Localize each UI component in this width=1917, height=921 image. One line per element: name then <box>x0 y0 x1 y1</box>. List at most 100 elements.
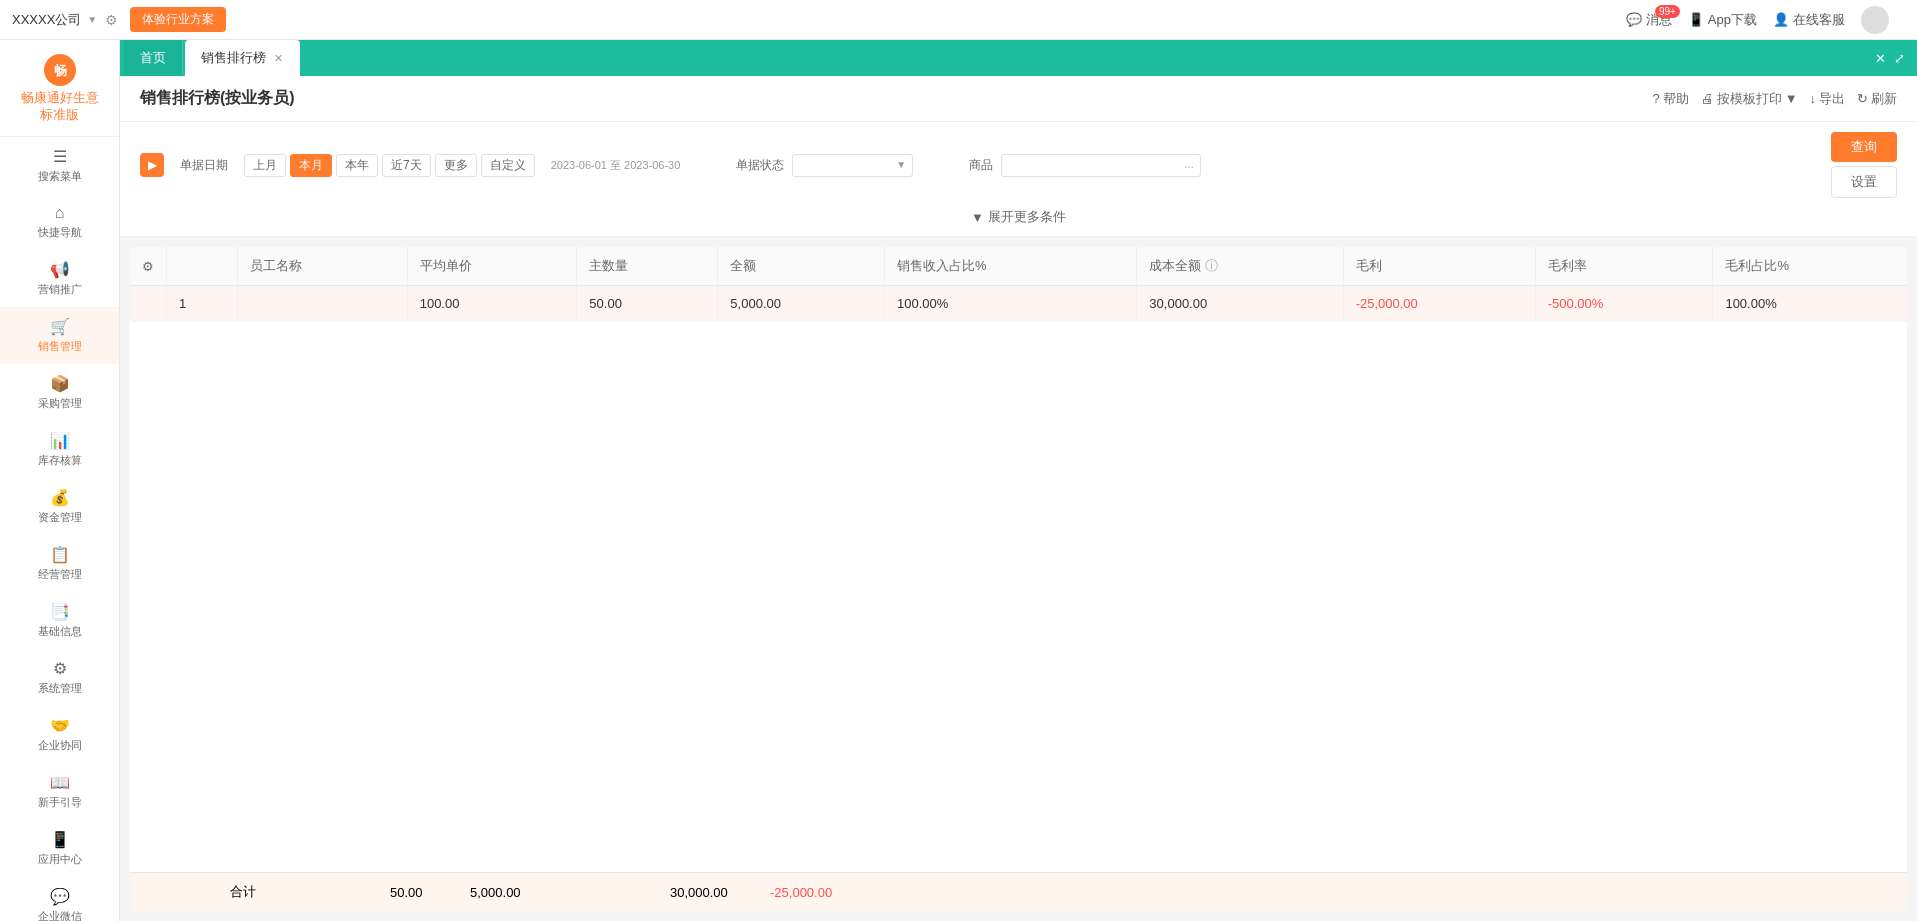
message-icon: 💬 <box>1626 12 1642 27</box>
sidebar-item-marketing[interactable]: 📢 营销推广 <box>0 250 119 307</box>
status-chevron-icon: ▼ <box>896 159 906 170</box>
app-logo-icon: 畅 <box>42 52 78 88</box>
help-icon: ? <box>1652 91 1659 106</box>
sidebar-item-guide[interactable]: 📖 新手引导 <box>0 763 119 820</box>
query-button[interactable]: 查询 <box>1831 132 1897 162</box>
table-footer: 合计 50.00 5,000.00 30,000.00 -25,000.00 <box>130 872 1907 911</box>
sidebar-item-purchase[interactable]: 📦 采购管理 <box>0 364 119 421</box>
td-sales-pct: 100.00% <box>884 286 1136 322</box>
page-header-actions: ? 帮助 🖨 按模板打印 ▼ ↓ 导出 ↻ 刷新 <box>1652 90 1897 120</box>
query-actions: 查询 设置 <box>1831 132 1897 198</box>
download-icon: 📱 <box>1688 12 1704 27</box>
th-amount: 全额 <box>718 247 885 286</box>
filter-expand-arrow[interactable]: ▶ <box>140 153 164 177</box>
settings-icon[interactable]: ⚙ <box>105 12 118 28</box>
page-title: 销售排行榜(按业务员) <box>140 88 295 121</box>
cost-info-icon[interactable]: ⓘ <box>1205 258 1218 273</box>
td-gross-pct: 100.00% <box>1713 286 1907 322</box>
settings-button[interactable]: 设置 <box>1831 166 1897 198</box>
sidebar-item-quick-nav[interactable]: ⌂ 快捷导航 <box>0 194 119 250</box>
sidebar-item-inventory[interactable]: 📊 库存核算 <box>0 421 119 478</box>
print-chevron-icon: ▼ <box>1785 91 1798 106</box>
sidebar-logo: 畅 畅康通好生意 标准版 <box>0 40 119 137</box>
page-content: 销售排行榜(按业务员) ? 帮助 🖨 按模板打印 ▼ ↓ 导出 <box>120 76 1917 921</box>
sidebar-item-label: 资金管理 <box>38 510 82 525</box>
help-button[interactable]: ? 帮助 <box>1652 90 1688 108</box>
sidebar-item-system[interactable]: ⚙ 系统管理 <box>0 649 119 706</box>
th-gross-margin: 毛利率 <box>1535 247 1713 286</box>
expand-conditions-button[interactable]: ▼ 展开更多条件 <box>971 208 1066 226</box>
sidebar-item-label: 搜索菜单 <box>38 169 82 184</box>
goods-filter-label: 商品 <box>969 157 993 174</box>
table-scroll-container[interactable]: ⚙ 员工名称 平均单价 主数量 全额 销售收入占比% 成本全额 ⓘ 毛 <box>130 247 1907 872</box>
close-tab-icon[interactable]: ✕ <box>1875 51 1886 66</box>
company-name: XXXXX公司 <box>12 11 81 29</box>
sidebar-item-operations[interactable]: 📋 经营管理 <box>0 535 119 592</box>
sidebar-item-finance[interactable]: 💰 资金管理 <box>0 478 119 535</box>
date-this-year-btn[interactable]: 本年 <box>336 154 378 177</box>
sidebar-item-label: 快捷导航 <box>38 225 82 240</box>
online-service-button[interactable]: 👤 在线客服 <box>1773 11 1845 29</box>
finance-icon: 💰 <box>50 488 70 507</box>
status-filter-label: 单据状态 <box>736 157 784 174</box>
purchase-icon: 📦 <box>50 374 70 393</box>
refresh-button[interactable]: ↻ 刷新 <box>1857 90 1897 108</box>
maximize-icon[interactable]: ⤢ <box>1894 51 1905 66</box>
tab-home[interactable]: 首页 <box>124 40 183 76</box>
sidebar-item-app-center[interactable]: 📱 应用中心 <box>0 820 119 877</box>
trial-button[interactable]: 体验行业方案 <box>130 7 226 32</box>
table-row: 1 100.00 50.00 5,000.00 100.00% 30,000.0… <box>130 286 1907 322</box>
goods-select[interactable]: … <box>1001 154 1201 177</box>
date-custom-btn[interactable]: 自定义 <box>481 154 535 177</box>
footer-amount: 5,000.00 <box>458 885 558 900</box>
footer-total-label: 合计 <box>218 883 298 901</box>
message-button[interactable]: 💬 消息 99+ <box>1626 11 1672 29</box>
date-prev-month-btn[interactable]: 上月 <box>244 154 286 177</box>
export-button[interactable]: ↓ 导出 <box>1810 90 1846 108</box>
table-section: ⚙ 员工名称 平均单价 主数量 全额 销售收入占比% 成本全额 ⓘ 毛 <box>130 247 1907 911</box>
th-gross-pct: 毛利占比% <box>1713 247 1907 286</box>
sidebar-item-label: 基础信息 <box>38 624 82 639</box>
th-qty: 主数量 <box>577 247 718 286</box>
sidebar-item-label: 应用中心 <box>38 852 82 867</box>
service-icon: 👤 <box>1773 12 1789 27</box>
td-cost-amount: 30,000.00 <box>1137 286 1343 322</box>
tab-close-icon[interactable]: ✕ <box>274 52 283 65</box>
top-bar: XXXXX公司 ▼ ⚙ 体验行业方案 💬 消息 99+ 📱 App下载 👤 在线… <box>0 0 1917 40</box>
sidebar-item-label: 销售管理 <box>38 339 82 354</box>
date-range-text: 2023-06-01 至 2023-06-30 <box>551 158 681 173</box>
export-icon: ↓ <box>1810 91 1817 106</box>
sidebar-item-enterprise-collab[interactable]: 🤝 企业协同 <box>0 706 119 763</box>
app-download-label: App下载 <box>1708 11 1757 29</box>
td-gross-margin: -500.00% <box>1535 286 1713 322</box>
sidebar-item-sales[interactable]: 🛒 销售管理 <box>0 307 119 364</box>
th-settings[interactable]: ⚙ <box>130 247 167 286</box>
date-last-7days-btn[interactable]: 近7天 <box>382 154 431 177</box>
sidebar-item-label: 企业协同 <box>38 738 82 753</box>
sidebar-item-label: 新手引导 <box>38 795 82 810</box>
status-select[interactable]: ▼ <box>792 154 913 177</box>
print-button[interactable]: 🖨 按模板打印 ▼ <box>1701 90 1798 108</box>
date-more-btn[interactable]: 更多 <box>435 154 477 177</box>
td-settings <box>130 286 167 322</box>
sidebar: 畅 畅康通好生意 标准版 ☰ 搜索菜单 ⌂ 快捷导航 📢 营销推广 🛒 销售管理… <box>0 40 120 921</box>
tab-home-label: 首页 <box>140 49 166 67</box>
operations-icon: 📋 <box>50 545 70 564</box>
sidebar-item-search[interactable]: ☰ 搜索菜单 <box>0 137 119 194</box>
basic-info-icon: 📑 <box>50 602 70 621</box>
collab-icon: 🤝 <box>50 716 70 735</box>
sidebar-item-basic-info[interactable]: 📑 基础信息 <box>0 592 119 649</box>
logo-text: 畅康通好生意 标准版 <box>21 90 99 124</box>
goods-ellipsis-icon: … <box>1184 159 1194 170</box>
company-selector[interactable]: XXXXX公司 ▼ <box>12 11 97 29</box>
sidebar-item-enterprise-wechat[interactable]: 💬 企业微信 <box>0 877 119 921</box>
td-name <box>238 286 408 322</box>
export-label: 导出 <box>1819 90 1845 108</box>
date-this-month-btn[interactable]: 本月 <box>290 154 332 177</box>
th-cost-amount: 成本全额 ⓘ <box>1137 247 1343 286</box>
app-center-icon: 📱 <box>50 830 70 849</box>
tab-sales-ranking[interactable]: 销售排行榜 ✕ <box>185 40 300 76</box>
avatar[interactable] <box>1861 6 1889 34</box>
th-rank <box>167 247 238 286</box>
app-download-button[interactable]: 📱 App下载 <box>1688 11 1757 29</box>
